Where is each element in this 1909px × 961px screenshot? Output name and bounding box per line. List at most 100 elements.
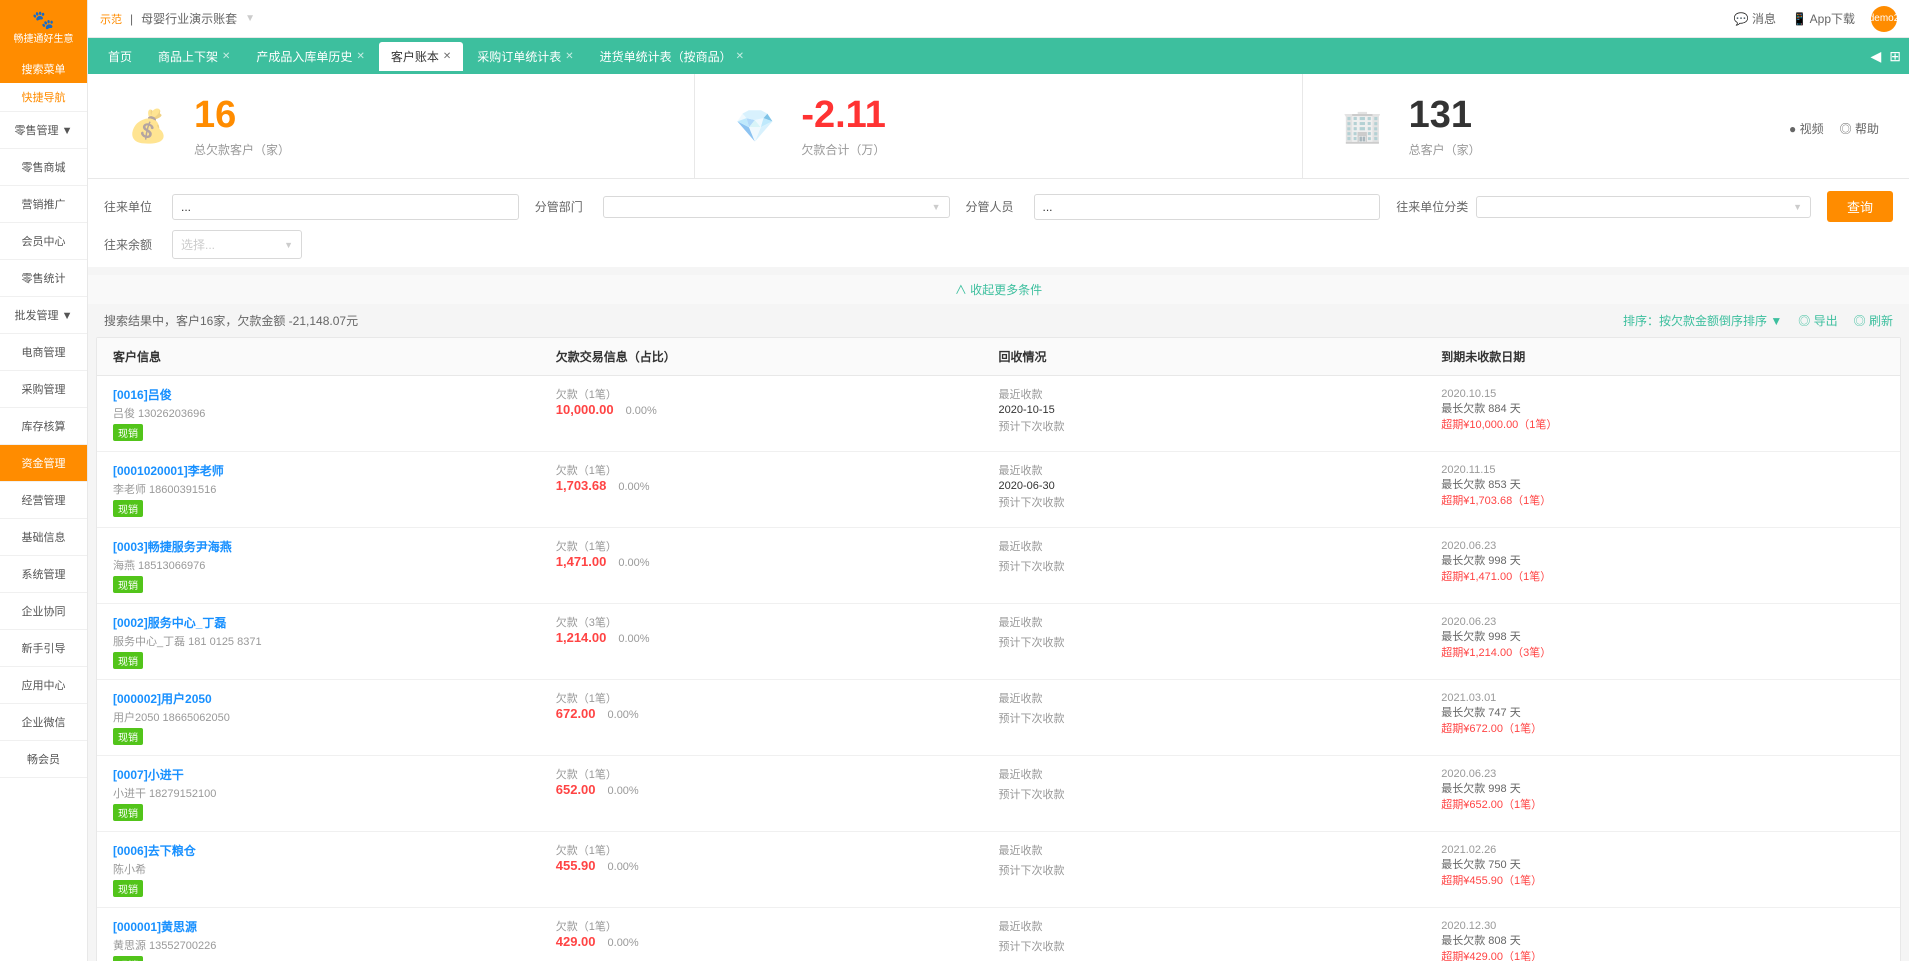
sidebar-item-marketing[interactable]: 营销推广	[0, 186, 87, 223]
close-tab-products[interactable]: ✕	[222, 51, 230, 62]
debt-cell: 欠款（1笔） 455.90 0.00%	[556, 842, 999, 873]
tabs-expand-btn[interactable]: ⊞	[1889, 48, 1901, 65]
sidebar-item-retail-mgmt[interactable]: 零售管理 ▼	[0, 112, 87, 149]
overdue-link[interactable]: 超期¥429.00（1笔）	[1441, 951, 1542, 961]
close-tab-inbound[interactable]: ✕	[736, 51, 744, 62]
sales-badge: 现销	[113, 804, 143, 821]
user-avatar[interactable]: demo2	[1871, 6, 1897, 32]
overdue-days: 最长欠款 998 天	[1441, 780, 1884, 796]
app-download-btn[interactable]: 📱 App下载	[1792, 10, 1855, 27]
sidebar-item-sys-mgmt[interactable]: 系统管理	[0, 556, 87, 593]
sidebar-item-ops-mgmt[interactable]: 经营管理	[0, 482, 87, 519]
customer-name-link[interactable]: [000001]黄思源	[113, 918, 556, 935]
table-row: [0001020001]李老师 李老师 18600391516 现销 欠款（1笔…	[97, 452, 1900, 528]
customer-name-link[interactable]: [0007]小进干	[113, 766, 556, 783]
sidebar-item-inventory[interactable]: 库存核算	[0, 408, 87, 445]
search-menu-label: 搜索菜单	[22, 64, 66, 76]
tab-products-off[interactable]: 商品上下架 ✕	[146, 42, 242, 71]
sidebar-item-basic-info[interactable]: 基础信息	[0, 519, 87, 556]
quick-nav-btn[interactable]: 快捷导航	[0, 83, 87, 112]
due-date: 2020.06.23	[1441, 616, 1884, 628]
collapse-filters-btn[interactable]: ∧ 收起更多条件	[88, 275, 1909, 304]
sales-badge: 现销	[113, 576, 143, 593]
message-btn[interactable]: 💬 消息	[1734, 10, 1776, 27]
sidebar-item-vip-member[interactable]: 畅会员	[0, 741, 87, 778]
last-collect-label: 最近收款	[999, 766, 1442, 782]
sidebar-item-purchase-mgmt[interactable]: 采购管理	[0, 371, 87, 408]
total-customers-icon: 🏢	[1333, 96, 1393, 156]
overdue-link[interactable]: 超期¥455.90（1笔）	[1441, 875, 1542, 887]
refresh-btn[interactable]: ◎ 刷新	[1854, 312, 1893, 329]
tab-home[interactable]: 首页	[96, 42, 144, 71]
due-date: 2021.02.26	[1441, 844, 1884, 856]
data-table: 客户信息 欠款交易信息（占比） 回收情况 到期未收款日期 [0016]吕俊 吕俊…	[96, 337, 1901, 961]
due-cell: 2021.02.26 最长欠款 750 天 超期¥455.90（1笔）	[1441, 842, 1884, 888]
stat-card-total-customers: 🏢 131 总客户（家） ● 视频 ◎ 帮助	[1303, 74, 1909, 178]
debt-pct: 0.00%	[618, 633, 649, 645]
search-menu-btn[interactable]: 搜索菜单	[0, 55, 87, 83]
close-tab-account[interactable]: ✕	[443, 51, 451, 62]
last-collect-label: 最近收款	[999, 462, 1442, 478]
breadcrumb-dropdown-icon[interactable]: ▼	[245, 13, 255, 24]
sidebar-item-batch-mgmt[interactable]: 批发管理 ▼	[0, 297, 87, 334]
sidebar-item-corp-collab[interactable]: 企业协同	[0, 593, 87, 630]
filter-balance: 往来余额 选择... ▼	[104, 230, 302, 259]
help-btn[interactable]: ◎ 帮助	[1840, 120, 1879, 137]
close-tab-purchase[interactable]: ✕	[565, 51, 573, 62]
debt-amount: 455.90	[556, 858, 596, 873]
customer-name-link[interactable]: [0002]服务中心_丁磊	[113, 614, 556, 631]
sidebar-label: 企业协同	[22, 606, 66, 618]
close-tab-history[interactable]: ✕	[356, 51, 364, 62]
sidebar-item-app-center[interactable]: 应用中心	[0, 667, 87, 704]
breadcrumb-link[interactable]: 示范	[100, 11, 122, 27]
sidebar-item-member[interactable]: 会员中心	[0, 223, 87, 260]
due-date: 2020.10.15	[1441, 388, 1884, 400]
next-collect-label: 预计下次收款	[999, 938, 1442, 954]
debt-cell: 欠款（1笔） 652.00 0.00%	[556, 766, 999, 797]
sidebar-label: 营销推广	[22, 199, 66, 211]
collect-cell: 最近收款 预计下次收款	[999, 766, 1442, 802]
sort-arrow[interactable]: ▼	[1770, 314, 1782, 328]
dept-select[interactable]: ▼	[603, 196, 950, 218]
sidebar-label: 经营管理	[22, 495, 66, 507]
overdue-link[interactable]: 超期¥1,471.00（1笔）	[1441, 571, 1551, 583]
due-cell: 2020.06.23 最长欠款 998 天 超期¥1,214.00（3笔）	[1441, 614, 1884, 660]
sidebar-item-retail-mall[interactable]: 零售商城	[0, 149, 87, 186]
export-btn[interactable]: ◎ 导出	[1798, 312, 1837, 329]
overdue-link[interactable]: 超期¥652.00（1笔）	[1441, 799, 1542, 811]
tab-product-history[interactable]: 产成品入库单历史 ✕	[244, 42, 376, 71]
collect-info: 最近收款 预计下次收款	[999, 614, 1442, 650]
sidebar-item-ecom-mgmt[interactable]: 电商管理	[0, 334, 87, 371]
overdue-link[interactable]: 超期¥1,214.00（3笔）	[1441, 647, 1551, 659]
person-input[interactable]: ...	[1034, 194, 1381, 220]
customer-name-link[interactable]: [0003]畅捷服务尹海燕	[113, 538, 556, 555]
customer-name-link[interactable]: [0006]去下粮仓	[113, 842, 556, 859]
stat-card-debt-total: 💎 -2.11 欠款合计（万）	[695, 74, 1302, 178]
customer-name-link[interactable]: [000002]用户2050	[113, 690, 556, 707]
tab-customer-account[interactable]: 客户账本 ✕	[379, 42, 463, 71]
collect-cell: 最近收款 预计下次收款	[999, 918, 1442, 954]
overdue-link[interactable]: 超期¥10,000.00（1笔）	[1441, 419, 1557, 431]
due-date: 2020.06.23	[1441, 540, 1884, 552]
topbar: 示范 | 母婴行业演示账套 ▼ 💬 消息 📱 App下载 demo2	[88, 0, 1909, 38]
balance-select[interactable]: 选择... ▼	[172, 230, 302, 259]
overdue-link[interactable]: 超期¥672.00（1笔）	[1441, 723, 1542, 735]
from-unit-input[interactable]: ...	[172, 194, 519, 220]
next-collect-label: 预计下次收款	[999, 418, 1442, 434]
tab-purchase-stat[interactable]: 采购订单统计表 ✕	[465, 42, 585, 71]
tabs-prev-btn[interactable]: ◀	[1870, 48, 1881, 65]
filter-unit-class: 往来单位分类 ▼	[1396, 196, 1811, 218]
sidebar-item-capital-mgmt[interactable]: 资金管理	[0, 445, 87, 482]
sidebar-item-retail-stat[interactable]: 零售统计	[0, 260, 87, 297]
sidebar-item-corp-wechat[interactable]: 企业微信	[0, 704, 87, 741]
tab-inbound-stat[interactable]: 进货单统计表（按商品） ✕	[588, 42, 756, 71]
customer-name-link[interactable]: [0016]吕俊	[113, 386, 556, 403]
unit-class-select[interactable]: ▼	[1476, 196, 1811, 218]
overdue-link[interactable]: 超期¥1,703.68（1笔）	[1441, 495, 1551, 507]
page-content: 💰 16 总欠款客户（家） 💎 -2.11 欠款合计（万） 🏢 131 总客户（…	[88, 74, 1909, 961]
query-button[interactable]: 查询	[1827, 191, 1893, 222]
debt-cell: 欠款（1笔） 1,471.00 0.00%	[556, 538, 999, 569]
customer-name-link[interactable]: [0001020001]李老师	[113, 462, 556, 479]
video-btn[interactable]: ● 视频	[1789, 120, 1824, 137]
sidebar-item-new-guide[interactable]: 新手引导	[0, 630, 87, 667]
